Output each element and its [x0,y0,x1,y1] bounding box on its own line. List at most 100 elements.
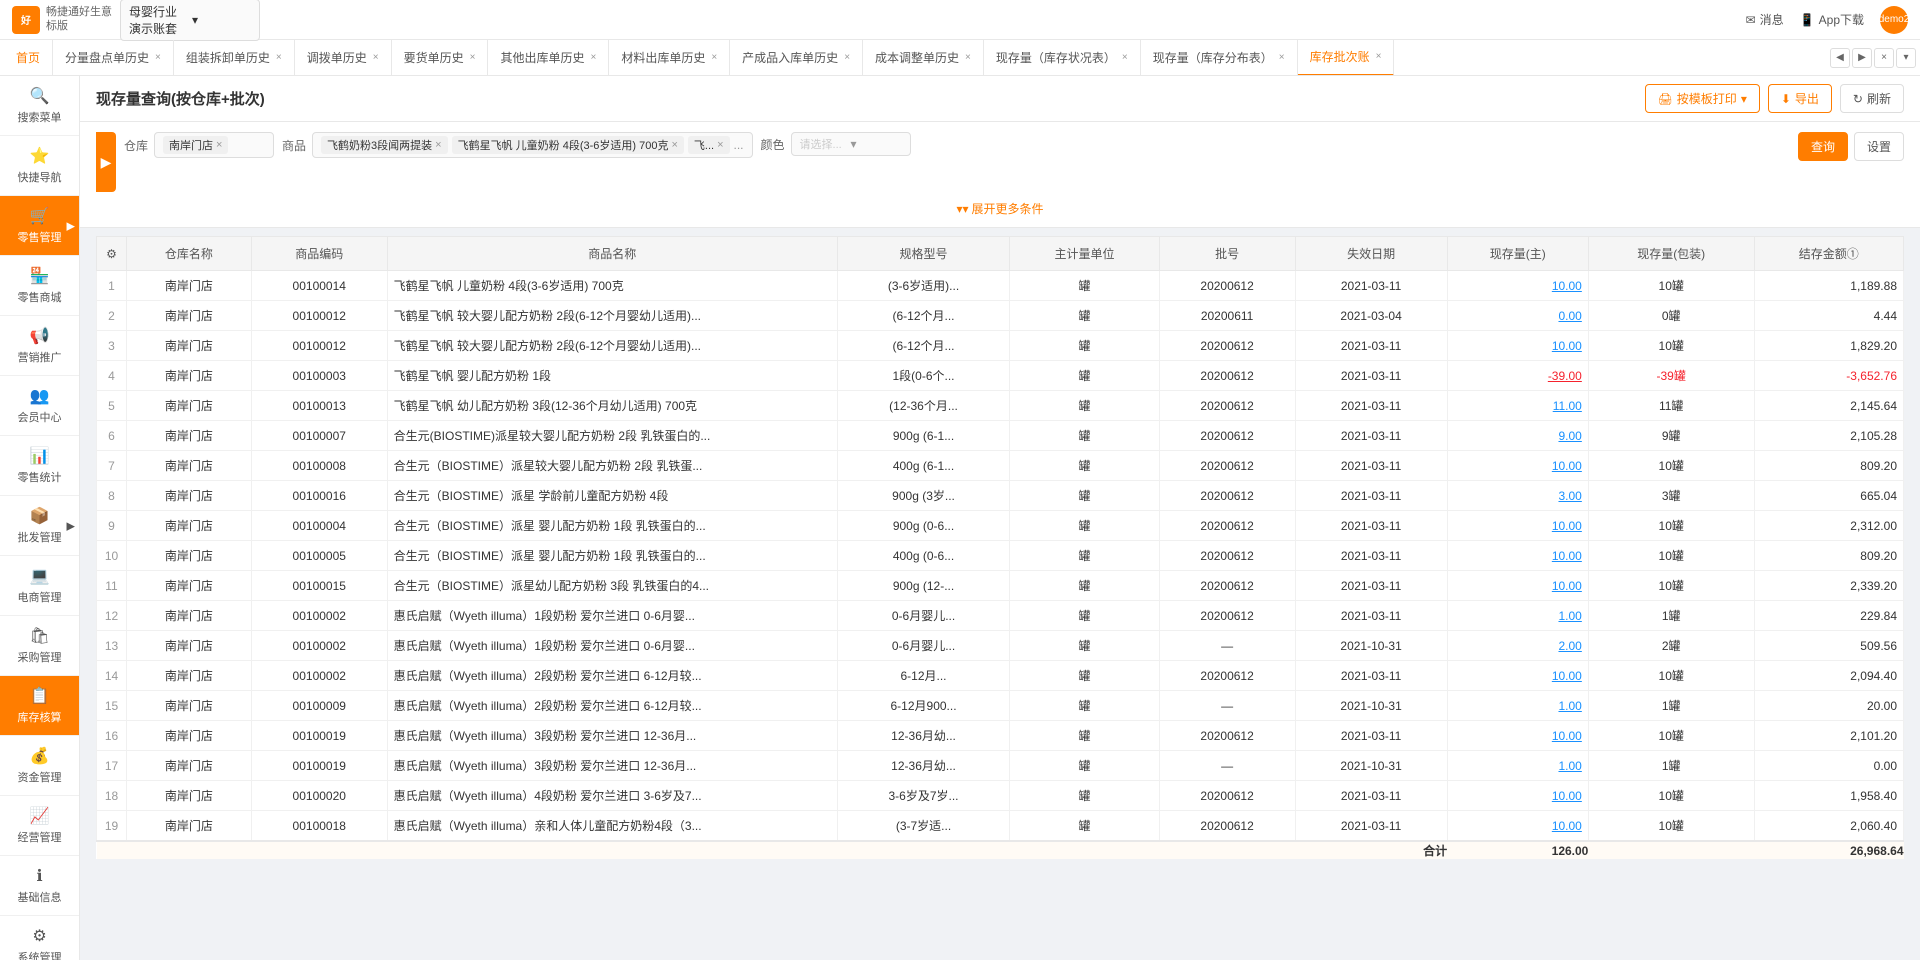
close-icon[interactable]: × [590,52,596,63]
close-icon[interactable]: × [470,52,476,63]
row-qty-main[interactable]: 10.00 [1447,721,1588,751]
sidebar-item-search[interactable]: 🔍 搜索菜单 [0,76,79,136]
sidebar-item-ecommerce[interactable]: 💻 电商管理 [0,556,79,616]
row-qty-pack: 0罐 [1588,301,1754,331]
row-warehouse: 南岸门店 [127,781,252,811]
row-qty-main[interactable]: 1.00 [1447,691,1588,721]
row-name: 飞鹤星飞帆 较大婴儿配方奶粉 2段(6-12个月婴幼儿适用)... [387,331,837,361]
row-amount: 809.20 [1754,541,1903,571]
close-icon[interactable]: × [1279,52,1285,63]
row-qty-main[interactable]: 10.00 [1447,571,1588,601]
sidebar-item-wholesale[interactable]: 📦 批发管理 ▶ [0,496,79,556]
color-filter-input[interactable]: 请选择... ▾ [791,132,911,156]
sidebar-item-operations[interactable]: 📈 经营管理 [0,796,79,856]
tab-chanchengpin[interactable]: 产成品入库单历史 × [730,40,863,76]
product-filter-tags[interactable]: 飞鹤奶粉3段闻两提装 × 飞鹤星飞帆 儿童奶粉 4段(3-6岁适用) 700克 … [312,132,753,158]
message-button[interactable]: ✉ 消息 [1746,11,1784,28]
row-batch: 20200611 [1159,301,1295,331]
avatar[interactable]: demo2 [1880,6,1908,34]
row-qty-main[interactable]: 1.00 [1447,601,1588,631]
product-tag-1-close[interactable]: × [435,139,441,151]
product-tag-3-close[interactable]: × [717,139,723,151]
settings-button[interactable]: 设置 [1854,132,1904,161]
nav-menu[interactable]: ▾ [1896,48,1916,68]
close-icon[interactable]: × [965,52,971,63]
sidebar-item-quicknav[interactable]: ⭐ 快捷导航 [0,136,79,196]
col-unit: 主计量单位 [1010,237,1159,271]
row-qty-main[interactable]: 10.00 [1447,541,1588,571]
close-icon[interactable]: × [1376,51,1382,62]
template-print-button[interactable]: 🖨 按模板打印 ▾ [1645,84,1760,113]
row-qty-main[interactable]: -39.00 [1447,361,1588,391]
sidebar-item-members[interactable]: 👥 会员中心 [0,376,79,436]
tab-cailiaochuku[interactable]: 材料出库单历史 × [609,40,730,76]
row-qty-main[interactable]: 10.00 [1447,781,1588,811]
row-unit: 罐 [1010,691,1159,721]
warehouse-tag-close[interactable]: × [216,139,222,151]
tab-kucunpici[interactable]: 库存批次账 × [1298,40,1395,76]
row-qty-main[interactable]: 10.00 [1447,331,1588,361]
query-button[interactable]: 查询 [1798,132,1848,161]
expand-sidebar-button[interactable]: ▶ [96,132,116,192]
content-area: 现存量查询(按仓库+批次) 🖨 按模板打印 ▾ ⬇ 导出 ↻ 刷新 [80,76,1920,960]
sidebar-item-purchase[interactable]: 🛍 采购管理 [0,616,79,676]
row-unit: 罐 [1010,301,1159,331]
close-icon[interactable]: × [276,52,282,63]
product-tag-2-close[interactable]: × [671,139,677,151]
footer-amount-total: 26,968.64 [1754,841,1903,859]
row-qty-main[interactable]: 9.00 [1447,421,1588,451]
nav-prev-arrow[interactable]: ◀ [1830,48,1850,68]
row-batch: 20200612 [1159,811,1295,842]
nav-arrows: ◀ ▶ × ▾ [1830,48,1916,68]
sidebar-item-inventory[interactable]: 📋 库存核算 [0,676,79,736]
sidebar-item-basic[interactable]: ℹ 基础信息 [0,856,79,916]
row-qty-main[interactable]: 11.00 [1447,391,1588,421]
tab-xiancunliang2[interactable]: 现存量（库存分布表）× [1141,40,1298,76]
tab-home[interactable]: 首页 [4,40,53,76]
close-icon[interactable]: × [1122,52,1128,63]
row-qty-main[interactable]: 10.00 [1447,271,1588,301]
tab-diaobodanls[interactable]: 调拨单历史 × [295,40,392,76]
row-qty-main[interactable]: 10.00 [1447,511,1588,541]
tab-xiancunliang1[interactable]: 现存量（库存状况表）× [984,40,1141,76]
tab-fenliangpandian[interactable]: 分量盘点单历史 × [53,40,174,76]
nav-next-arrow[interactable]: ▶ [1852,48,1872,68]
row-qty-main[interactable]: 10.00 [1447,811,1588,842]
warehouse-selector[interactable]: 母婴行业演示账套 ▾ [120,0,260,41]
close-icon[interactable]: × [155,52,161,63]
row-qty-main[interactable]: 10.00 [1447,661,1588,691]
row-qty-main[interactable]: 2.00 [1447,631,1588,661]
row-qty-main[interactable]: 10.00 [1447,451,1588,481]
export-button[interactable]: ⬇ 导出 [1768,84,1832,113]
refresh-button[interactable]: ↻ 刷新 [1840,84,1904,113]
app-download-button[interactable]: 📱 App下载 [1800,11,1864,28]
row-qty-main[interactable]: 3.00 [1447,481,1588,511]
warehouse-filter-tags[interactable]: 南岸门店 × [154,132,274,158]
col-expire: 失效日期 [1295,237,1447,271]
sidebar-item-marketing[interactable]: 📢 营销推广 [0,316,79,376]
table-row: 3 南岸门店 00100012 飞鹤星飞帆 较大婴儿配方奶粉 2段(6-12个月… [97,331,1904,361]
tab-qitachuku[interactable]: 其他出库单历史 × [488,40,609,76]
sidebar-item-retailshop[interactable]: 🏪 零售商城 [0,256,79,316]
expand-more-button[interactable]: ▾▾ 展开更多条件 [956,200,1043,217]
sidebar-item-system[interactable]: ⚙ 系统管理 [0,916,79,960]
row-spec: 6-12月... [837,661,1010,691]
sidebar-item-retail[interactable]: 🛒 零售管理 ▶ [0,196,79,256]
close-icon[interactable]: × [844,52,850,63]
settings-col-header[interactable]: ⚙ [97,237,127,271]
nav-close-all[interactable]: × [1874,48,1894,68]
close-icon[interactable]: × [373,52,379,63]
tab-yaohuo[interactable]: 要货单历史 × [392,40,489,76]
sidebar-item-finance[interactable]: 💰 资金管理 [0,736,79,796]
row-qty-main[interactable]: 0.00 [1447,301,1588,331]
row-qty-main[interactable]: 1.00 [1447,751,1588,781]
row-warehouse: 南岸门店 [127,631,252,661]
sidebar-item-retailstats[interactable]: 📊 零售统计 [0,436,79,496]
message-icon: ✉ [1746,13,1756,27]
close-icon[interactable]: × [711,52,717,63]
row-expire: 2021-03-11 [1295,481,1447,511]
tab-zuzhangchaixie[interactable]: 组装拆卸单历史 × [174,40,295,76]
row-name: 合生元（BIOSTIME）派星较大婴儿配方奶粉 2段 乳铁蛋... [387,451,837,481]
tab-chenben[interactable]: 成本调整单历史 × [863,40,984,76]
row-expire: 2021-03-11 [1295,781,1447,811]
